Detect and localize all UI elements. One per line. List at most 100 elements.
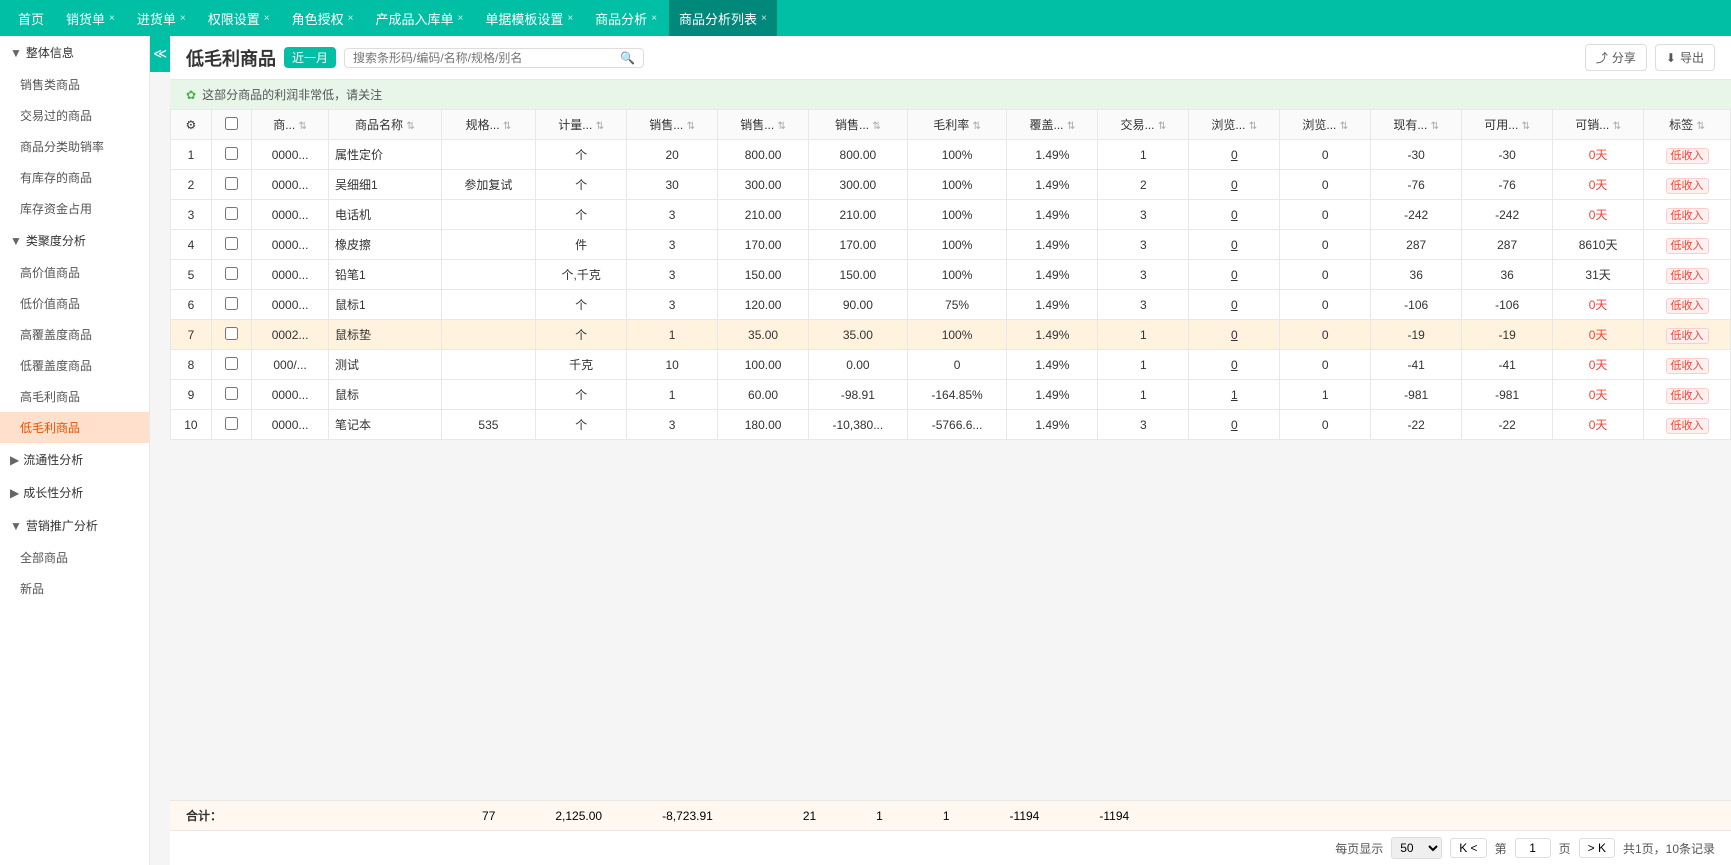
nav-sales-order[interactable]: 销货单 ×	[56, 0, 125, 36]
col-sales-price[interactable]: 销售... ⇅	[718, 110, 809, 140]
sidebar-item-inventory-capital[interactable]: 库存资金占用	[0, 193, 149, 224]
col-name[interactable]: 商品名称 ⇅	[329, 110, 442, 140]
col-checkbox[interactable]	[211, 110, 251, 140]
col-settings[interactable]: ⚙	[171, 110, 212, 140]
col-trade[interactable]: 交易... ⇅	[1098, 110, 1189, 140]
select-all-checkbox[interactable]	[225, 117, 238, 130]
cell-views1[interactable]: 0	[1189, 350, 1280, 380]
sidebar-item-stocked-products[interactable]: 有库存的商品	[0, 162, 149, 193]
row-checkbox[interactable]	[225, 327, 238, 340]
col-coverage[interactable]: 覆盖... ⇅	[1007, 110, 1098, 140]
views-link[interactable]: 0	[1231, 178, 1238, 192]
nav-close-analysis-list[interactable]: ×	[761, 13, 767, 24]
nav-product-analysis[interactable]: 商品分析 ×	[585, 0, 667, 36]
sidebar-item-high-coverage[interactable]: 高覆盖度商品	[0, 319, 149, 350]
nav-permission[interactable]: 权限设置 ×	[198, 0, 280, 36]
sidebar-item-high-value[interactable]: 高价值商品	[0, 257, 149, 288]
cell-checkbox[interactable]	[211, 320, 251, 350]
cell-views1[interactable]: 0	[1189, 260, 1280, 290]
nav-template[interactable]: 单据模板设置 ×	[475, 0, 583, 36]
nav-close-product-in[interactable]: ×	[457, 13, 463, 24]
nav-close-analysis[interactable]: ×	[651, 13, 657, 24]
col-current[interactable]: 现有... ⇅	[1371, 110, 1462, 140]
cell-checkbox[interactable]	[211, 140, 251, 170]
row-checkbox[interactable]	[225, 357, 238, 370]
views-link[interactable]: 0	[1231, 358, 1238, 372]
cell-checkbox[interactable]	[211, 260, 251, 290]
row-checkbox[interactable]	[225, 387, 238, 400]
sidebar-item-high-margin[interactable]: 高毛利商品	[0, 381, 149, 412]
col-code[interactable]: 商... ⇅	[252, 110, 329, 140]
nav-home[interactable]: 首页	[8, 0, 54, 36]
cell-checkbox[interactable]	[211, 170, 251, 200]
nav-analysis-list[interactable]: 商品分析列表 ×	[669, 0, 777, 36]
search-input[interactable]	[353, 51, 620, 65]
nav-close-permission[interactable]: ×	[264, 13, 270, 24]
row-checkbox[interactable]	[225, 147, 238, 160]
sidebar-item-low-value[interactable]: 低价值商品	[0, 288, 149, 319]
page-size-select[interactable]: 50 10 20 100	[1391, 837, 1442, 859]
col-gross-margin[interactable]: 毛利率 ⇅	[907, 110, 1007, 140]
cell-checkbox[interactable]	[211, 410, 251, 440]
col-tag[interactable]: 标签 ⇅	[1644, 110, 1731, 140]
nav-role-auth[interactable]: 角色授权 ×	[282, 0, 364, 36]
sidebar-item-low-margin[interactable]: 低毛利商品	[0, 412, 149, 443]
cell-views1[interactable]: 0	[1189, 320, 1280, 350]
cell-views1[interactable]: 1	[1189, 380, 1280, 410]
col-spec[interactable]: 规格... ⇅	[441, 110, 536, 140]
share-button[interactable]: ⤴ 分享	[1585, 44, 1647, 71]
cell-views1[interactable]: 0	[1189, 410, 1280, 440]
sidebar-section-circulation[interactable]: ▶ 流通性分析	[0, 443, 149, 476]
nav-product-in[interactable]: 产成品入库单 ×	[365, 0, 473, 36]
row-checkbox[interactable]	[225, 417, 238, 430]
cell-checkbox[interactable]	[211, 290, 251, 320]
nav-close-template[interactable]: ×	[567, 13, 573, 24]
sidebar-collapse-button[interactable]: ≪	[150, 36, 170, 72]
cell-checkbox[interactable]	[211, 350, 251, 380]
views-link[interactable]: 0	[1231, 328, 1238, 342]
row-checkbox[interactable]	[225, 237, 238, 250]
col-sales-qty[interactable]: 销售... ⇅	[627, 110, 718, 140]
col-views1[interactable]: 浏览... ⇅	[1189, 110, 1280, 140]
date-filter-button[interactable]: 近一月	[284, 47, 336, 68]
col-available[interactable]: 可用... ⇅	[1462, 110, 1553, 140]
cell-views1[interactable]: 0	[1189, 290, 1280, 320]
search-icon[interactable]: 🔍	[620, 51, 635, 65]
cell-checkbox[interactable]	[211, 230, 251, 260]
views-link[interactable]: 0	[1231, 208, 1238, 222]
col-sales-profit[interactable]: 销售... ⇅	[809, 110, 908, 140]
sidebar-section-growth[interactable]: ▶ 成长性分析	[0, 476, 149, 509]
views-link[interactable]: 0	[1231, 268, 1238, 282]
sidebar-item-traded-products[interactable]: 交易过的商品	[0, 100, 149, 131]
first-page-button[interactable]: K <	[1450, 838, 1486, 858]
page-number-input[interactable]	[1515, 838, 1551, 858]
views-link[interactable]: 0	[1231, 238, 1238, 252]
col-unit[interactable]: 计量... ⇅	[536, 110, 627, 140]
cell-checkbox[interactable]	[211, 200, 251, 230]
cell-views1[interactable]: 0	[1189, 140, 1280, 170]
cell-views1[interactable]: 0	[1189, 230, 1280, 260]
views-link[interactable]: 0	[1231, 298, 1238, 312]
row-checkbox[interactable]	[225, 297, 238, 310]
sidebar-section-cluster[interactable]: ▼ 类聚度分析	[0, 224, 149, 257]
sidebar-item-all-products[interactable]: 全部商品	[0, 542, 149, 573]
sidebar-section-marketing[interactable]: ▼ 营销推广分析	[0, 509, 149, 542]
views-link[interactable]: 0	[1231, 418, 1238, 432]
cell-views1[interactable]: 0	[1189, 170, 1280, 200]
sidebar-item-low-coverage[interactable]: 低覆盖度商品	[0, 350, 149, 381]
nav-close-role[interactable]: ×	[348, 13, 354, 24]
row-checkbox[interactable]	[225, 207, 238, 220]
sidebar-item-sales-products[interactable]: 销售类商品	[0, 69, 149, 100]
col-sellable[interactable]: 可销... ⇅	[1553, 110, 1644, 140]
row-checkbox[interactable]	[225, 177, 238, 190]
nav-purchase-order[interactable]: 进货单 ×	[127, 0, 196, 36]
sidebar-item-new-products[interactable]: 新品	[0, 573, 149, 604]
sidebar-section-overall[interactable]: ▼ 整体信息	[0, 36, 149, 69]
nav-close-sales[interactable]: ×	[109, 13, 115, 24]
row-checkbox[interactable]	[225, 267, 238, 280]
views-link[interactable]: 1	[1231, 388, 1238, 402]
cell-checkbox[interactable]	[211, 380, 251, 410]
views-link[interactable]: 0	[1231, 148, 1238, 162]
col-views2[interactable]: 浏览... ⇅	[1280, 110, 1371, 140]
sidebar-item-category-rate[interactable]: 商品分类助销率	[0, 131, 149, 162]
